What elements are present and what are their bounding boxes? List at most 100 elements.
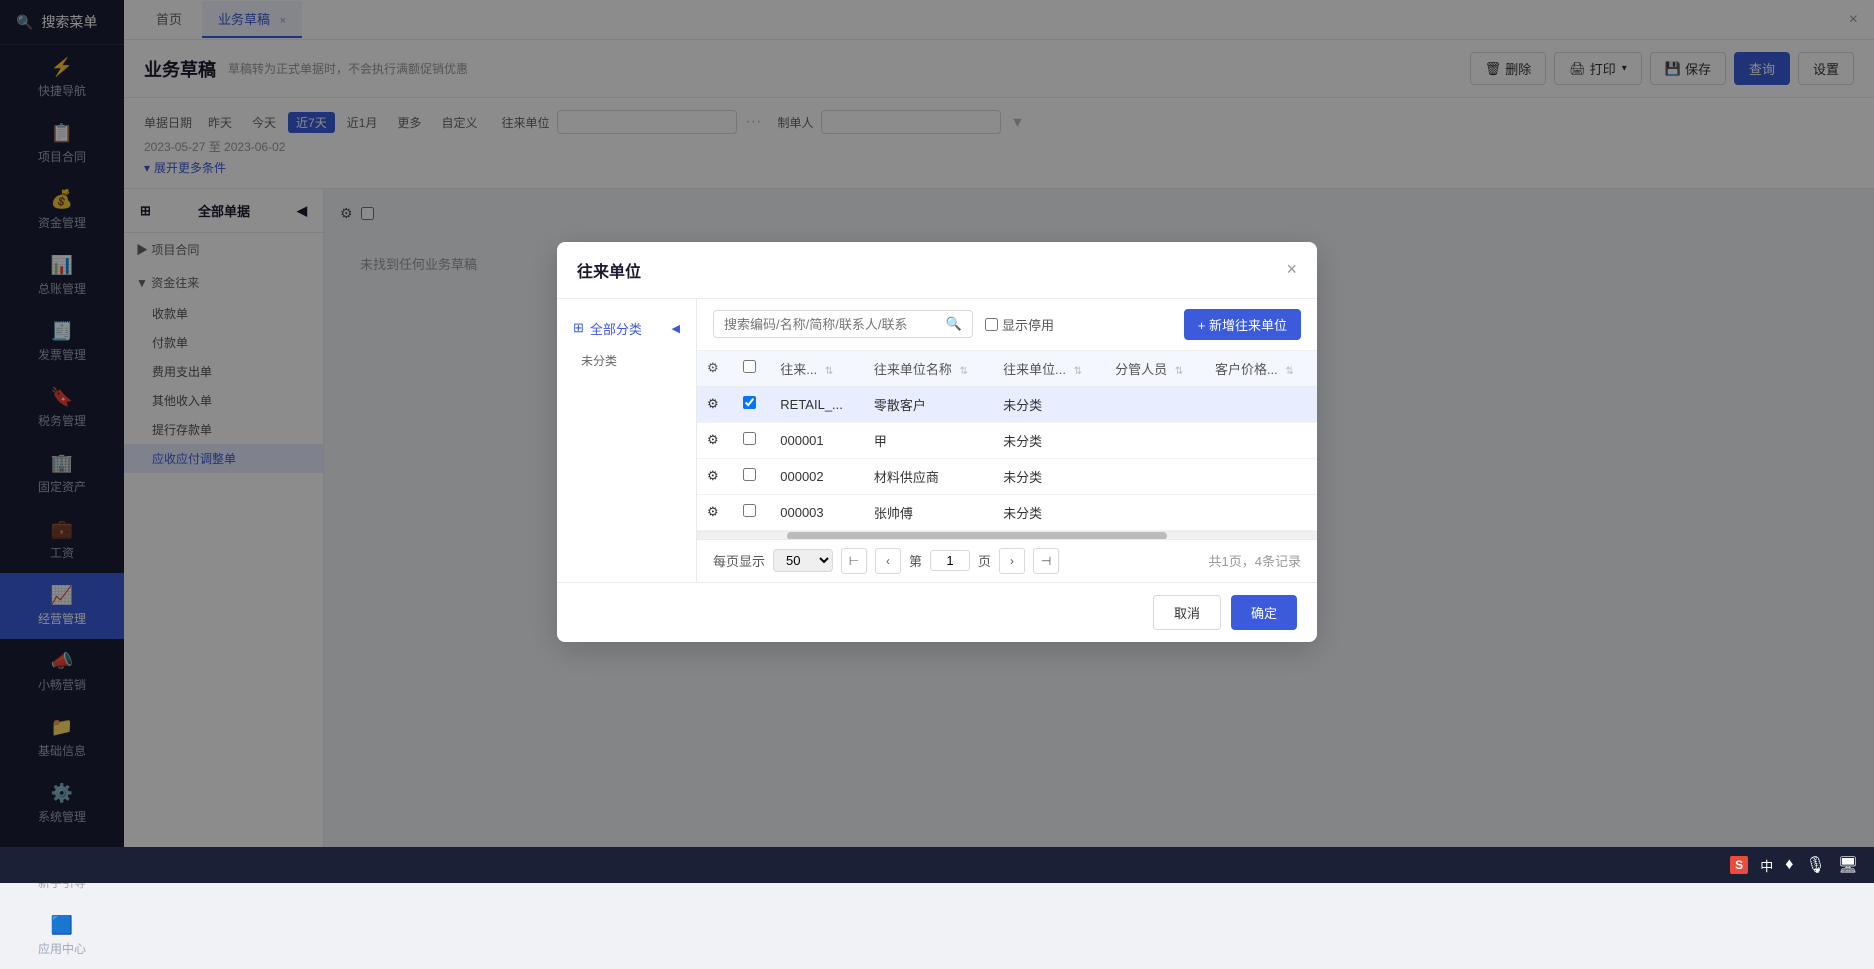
modal-th-price-level: 客户价格... ⇅ [1205, 351, 1317, 387]
modal-col-code-label: 往来... [780, 362, 817, 377]
show-disabled-label: 显示停用 [1002, 315, 1054, 334]
per-page-label: 每页显示 [713, 551, 765, 570]
modal-search-bar: 🔍 显示停用 + 新增往来单位 [697, 299, 1317, 351]
next-page-button[interactable]: › [999, 548, 1025, 574]
modal-collapse-left-icon[interactable]: ◀ [672, 322, 680, 335]
modal-overlay[interactable]: 往来单位 × ⊞ 全部分类 ◀ 未分类 [0, 0, 1874, 883]
row-settings[interactable]: ⚙ [697, 386, 733, 422]
bottom-monitor-icon[interactable]: 🖥 [1838, 855, 1858, 875]
row-category: 未分类 [993, 422, 1105, 458]
confirm-button[interactable]: 确定 [1231, 595, 1297, 630]
sort-icon-name: ⇅ [960, 366, 968, 377]
modal-pagination: 每页显示 50 100 ⊢ ‹ 第 页 › ⊣ 共1页，4条记录 [697, 539, 1317, 582]
table-row[interactable]: ⚙ RETAIL_... 零散客户 未分类 [697, 386, 1317, 422]
modal-col-category-label: 往来单位... [1003, 362, 1066, 377]
modal-all-categories-label: 全部分类 [590, 319, 642, 338]
add-partner-button[interactable]: + 新增往来单位 [1184, 309, 1301, 340]
row-checkbox[interactable] [733, 494, 770, 530]
row-checkbox[interactable] [733, 386, 770, 422]
row-settings-icon: ⚙ [707, 396, 719, 411]
row-settings[interactable]: ⚙ [697, 422, 733, 458]
row-settings[interactable]: ⚙ [697, 458, 733, 494]
row-settings-icon: ⚙ [707, 432, 719, 447]
apps-icon: 🟦 [51, 915, 73, 936]
modal-th-checkbox[interactable] [733, 351, 770, 387]
show-disabled-checkbox-area[interactable]: 显示停用 [985, 315, 1054, 334]
row-checkbox[interactable] [733, 458, 770, 494]
row-name: 甲 [864, 422, 993, 458]
modal-th-code: 往来... ⇅ [770, 351, 864, 387]
row-name: 零散客户 [864, 386, 993, 422]
row-settings[interactable]: ⚙ [697, 494, 733, 530]
first-page-button[interactable]: ⊢ [841, 548, 867, 574]
table-row[interactable]: ⚙ 000003 张帅傅 未分类 [697, 494, 1317, 530]
modal-table-wrap: ⚙ 往来... ⇅ 往来单位名称 [697, 351, 1317, 539]
page-label: 第 [909, 551, 922, 570]
modal-search-wrapper: 🔍 [713, 310, 973, 338]
bottom-lang-icon[interactable]: 中 [1760, 856, 1773, 875]
row-code: 000002 [770, 458, 864, 494]
row-checkbox[interactable] [733, 422, 770, 458]
prev-page-button[interactable]: ‹ [875, 548, 901, 574]
modal-category-nav: ⊞ 全部分类 ◀ 未分类 [557, 299, 697, 582]
row-name: 张帅傅 [864, 494, 993, 530]
row-category: 未分类 [993, 458, 1105, 494]
modal-th-category: 往来单位... ⇅ [993, 351, 1105, 387]
table-row[interactable]: ⚙ 000002 材料供应商 未分类 [697, 458, 1317, 494]
row-manager [1105, 422, 1205, 458]
modal-th-name: 往来单位名称 ⇅ [864, 351, 993, 387]
row-select-checkbox[interactable] [743, 396, 756, 409]
page-total: 共1页，4条记录 [1209, 551, 1301, 570]
page-unit: 页 [978, 551, 991, 570]
sort-icon-manager: ⇅ [1175, 366, 1183, 377]
per-page-select[interactable]: 50 100 [773, 549, 833, 572]
modal-th-manager: 分管人员 ⇅ [1105, 351, 1205, 387]
row-code: RETAIL_... [770, 386, 864, 422]
row-price-level [1205, 386, 1317, 422]
row-manager [1105, 386, 1205, 422]
bottom-s-icon[interactable]: S [1730, 856, 1748, 874]
bottom-diamond-icon[interactable]: ♦ [1785, 856, 1793, 874]
table-row[interactable]: ⚙ 000001 甲 未分类 [697, 422, 1317, 458]
modal-unclassified-label: 未分类 [581, 354, 617, 368]
modal-col-price-label: 客户价格... [1215, 362, 1278, 377]
row-settings-icon: ⚙ [707, 504, 719, 519]
modal-col-manager-label: 分管人员 [1115, 362, 1167, 377]
row-settings-icon: ⚙ [707, 468, 719, 483]
modal-close-button[interactable]: × [1286, 259, 1297, 280]
bottom-mic-icon[interactable]: 🎙 [1805, 855, 1825, 875]
modal-footer: 取消 确定 [557, 582, 1317, 642]
row-code: 000001 [770, 422, 864, 458]
page-number-input[interactable] [930, 550, 970, 571]
horizontal-scrollbar[interactable] [697, 531, 1317, 539]
show-disabled-checkbox[interactable] [985, 318, 998, 331]
last-page-button[interactable]: ⊣ [1033, 548, 1059, 574]
row-select-checkbox[interactable] [743, 468, 756, 481]
settings-gear-icon[interactable]: ⚙ [707, 360, 719, 375]
add-partner-label: + 新增往来单位 [1198, 315, 1287, 334]
modal-title: 往来单位 [577, 258, 641, 282]
row-category: 未分类 [993, 494, 1105, 530]
sort-icon-category: ⇅ [1074, 366, 1082, 377]
modal-body: ⊞ 全部分类 ◀ 未分类 🔍 显示停用 [557, 299, 1317, 582]
row-manager [1105, 458, 1205, 494]
modal-search-input[interactable] [724, 317, 940, 332]
sort-icon: ⇅ [825, 366, 833, 377]
row-manager [1105, 494, 1205, 530]
row-price-level [1205, 458, 1317, 494]
modal-unclassified[interactable]: 未分类 [557, 346, 696, 375]
sidebar-item-label: 应用中心 [38, 940, 86, 957]
cancel-button[interactable]: 取消 [1153, 595, 1221, 630]
scroll-thumb[interactable] [787, 532, 1167, 539]
row-price-level [1205, 422, 1317, 458]
row-select-checkbox[interactable] [743, 432, 756, 445]
modal-select-all[interactable] [743, 360, 756, 373]
row-select-checkbox[interactable] [743, 504, 756, 517]
modal-all-categories[interactable]: ⊞ 全部分类 ◀ [557, 311, 696, 346]
modal-col-name-label: 往来单位名称 [874, 362, 952, 377]
row-code: 000003 [770, 494, 864, 530]
sidebar-item-apps[interactable]: 🟦 应用中心 [0, 903, 124, 969]
modal-table: ⚙ 往来... ⇅ 往来单位名称 [697, 351, 1317, 531]
modal-th-settings[interactable]: ⚙ [697, 351, 733, 387]
modal-header: 往来单位 × [557, 242, 1317, 299]
